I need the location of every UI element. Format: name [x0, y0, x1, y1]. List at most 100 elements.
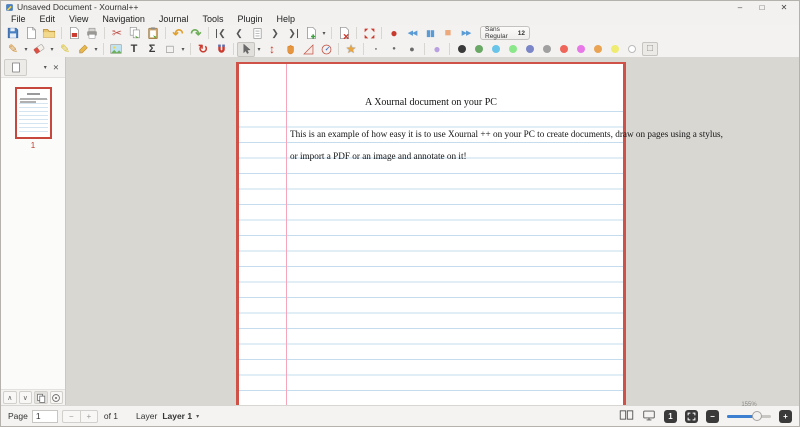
- goto-target-button[interactable]: [49, 391, 63, 404]
- rotation-snapping-button[interactable]: ↻: [194, 42, 212, 57]
- maximize-button[interactable]: □: [751, 3, 773, 12]
- select-tool-button[interactable]: [237, 41, 255, 57]
- undo-button[interactable]: ↶: [169, 26, 187, 41]
- forward-audio-button[interactable]: ▶▶: [457, 26, 475, 41]
- insert-image-button[interactable]: [107, 42, 125, 57]
- color-swatch-orange[interactable]: [593, 45, 602, 53]
- color-swatch-magenta[interactable]: [576, 45, 585, 53]
- layer-select[interactable]: Layer 1: [162, 411, 192, 421]
- redo-button[interactable]: ↷: [187, 26, 205, 41]
- pair-pages-button[interactable]: [619, 409, 634, 423]
- print-button[interactable]: [83, 26, 101, 41]
- color-swatch-green[interactable]: [474, 45, 483, 53]
- thickness-thick-button[interactable]: ●: [403, 42, 421, 57]
- delete-page-button[interactable]: [335, 26, 353, 41]
- color-swatch-blue[interactable]: [525, 45, 534, 53]
- record-audio-button[interactable]: ●: [385, 26, 403, 41]
- compass-button[interactable]: [317, 42, 335, 57]
- math-tex-button[interactable]: Σ: [143, 42, 161, 57]
- minimize-button[interactable]: –: [729, 3, 751, 12]
- color-picker-button[interactable]: □: [642, 42, 658, 56]
- color-swatch-red[interactable]: [559, 45, 568, 53]
- font-button[interactable]: Sans Regular 12: [480, 26, 530, 40]
- move-page-up-button[interactable]: ∧: [3, 391, 17, 404]
- color-swatch-gray[interactable]: [542, 45, 551, 53]
- new-document-button[interactable]: [22, 26, 40, 41]
- pen-tool-button[interactable]: ✎: [4, 42, 22, 57]
- goto-page-button[interactable]: [248, 26, 266, 41]
- zoom-in-button[interactable]: +: [779, 409, 792, 423]
- text-tool-button[interactable]: T: [125, 42, 143, 57]
- tab-page-preview[interactable]: [4, 58, 27, 76]
- export-pdf-button[interactable]: [65, 26, 83, 41]
- close-button[interactable]: ✕: [773, 3, 795, 12]
- shape-dropdown[interactable]: ▾: [179, 42, 187, 57]
- stop-audio-button[interactable]: ■: [439, 26, 457, 41]
- menu-tools[interactable]: Tools: [195, 14, 230, 24]
- shape-tool-button[interactable]: □: [161, 42, 179, 57]
- fullscreen-button[interactable]: [360, 26, 378, 41]
- current-color-button[interactable]: ●: [428, 42, 446, 57]
- menu-view[interactable]: View: [62, 14, 95, 24]
- menu-plugin[interactable]: Plugin: [230, 14, 269, 24]
- previous-page-button[interactable]: ❮: [230, 26, 248, 41]
- eraser-dropdown[interactable]: ▾: [48, 42, 56, 57]
- zoom-slider-thumb[interactable]: [752, 411, 763, 421]
- highlighter-tool-button[interactable]: ✎: [56, 42, 74, 57]
- page-thumbnail[interactable]: [14, 87, 52, 139]
- page-decrement-button[interactable]: −: [61, 409, 80, 423]
- vertical-space-button[interactable]: ↕: [263, 42, 281, 57]
- zoom-out-button[interactable]: −: [706, 409, 719, 423]
- first-page-button[interactable]: ❮: [212, 26, 230, 41]
- document-page[interactable]: A Xournal document on your PC This is an…: [236, 62, 723, 405]
- menu-help[interactable]: Help: [270, 14, 303, 24]
- hand-tool-button[interactable]: [281, 42, 299, 57]
- page-number-input[interactable]: 1: [31, 409, 58, 423]
- rewind-audio-button[interactable]: ◀◀: [403, 26, 421, 41]
- select-dropdown[interactable]: ▾: [255, 42, 263, 57]
- copy-page-button[interactable]: [34, 391, 48, 404]
- thickness-medium-button[interactable]: ●: [385, 42, 403, 57]
- cut-button[interactable]: ✂: [108, 26, 126, 41]
- menu-file[interactable]: File: [4, 14, 33, 24]
- menu-navigation[interactable]: Navigation: [95, 14, 152, 24]
- last-page-button[interactable]: ❯: [284, 26, 302, 41]
- color-swatch-white[interactable]: [627, 45, 636, 53]
- page-increment-button[interactable]: +: [79, 409, 98, 423]
- layer-dropdown-icon[interactable]: ▾: [196, 413, 199, 420]
- setsquare-button[interactable]: [299, 42, 317, 57]
- eraser-tool-button[interactable]: [30, 42, 48, 57]
- zoom-slider[interactable]: 155%: [727, 402, 771, 423]
- sidebar-close-icon[interactable]: ✕: [50, 63, 62, 72]
- marker-tool-button[interactable]: [74, 42, 92, 57]
- color-swatch-lightblue[interactable]: [491, 45, 500, 53]
- marker-dropdown[interactable]: ▾: [92, 42, 100, 57]
- separator: [61, 27, 62, 39]
- new-page-dropdown[interactable]: ▾: [320, 26, 328, 41]
- thickness-fine-button[interactable]: ●: [367, 42, 385, 57]
- grid-snapping-button[interactable]: [212, 42, 230, 57]
- paste-button[interactable]: [144, 26, 162, 41]
- menu-edit[interactable]: Edit: [33, 14, 63, 24]
- document-canvas[interactable]: A Xournal document on your PC This is an…: [66, 57, 799, 405]
- color-swatch-yellow[interactable]: [610, 45, 619, 53]
- sidebar-dropdown[interactable]: ▾: [41, 64, 50, 71]
- copy-button[interactable]: [126, 26, 144, 41]
- next-page-button[interactable]: ❯: [266, 26, 284, 41]
- spline-tool-button[interactable]: ★: [342, 42, 360, 57]
- separator: [338, 43, 339, 55]
- pause-audio-button[interactable]: ▮▮: [421, 26, 439, 41]
- presentation-mode-button[interactable]: [642, 409, 656, 424]
- move-page-down-button[interactable]: ∨: [18, 391, 32, 404]
- new-page-button[interactable]: [302, 26, 320, 41]
- pen-dropdown[interactable]: ▾: [22, 42, 30, 57]
- target-icon: [52, 393, 61, 402]
- zoom-slider-track[interactable]: [727, 411, 771, 421]
- color-swatch-black[interactable]: [457, 45, 466, 53]
- menu-journal[interactable]: Journal: [152, 14, 196, 24]
- single-page-view-button[interactable]: 1: [664, 409, 677, 423]
- color-swatch-lightgreen[interactable]: [508, 45, 517, 53]
- zoom-fit-button[interactable]: [685, 409, 698, 423]
- open-button[interactable]: [40, 26, 58, 41]
- save-button[interactable]: [4, 26, 22, 41]
